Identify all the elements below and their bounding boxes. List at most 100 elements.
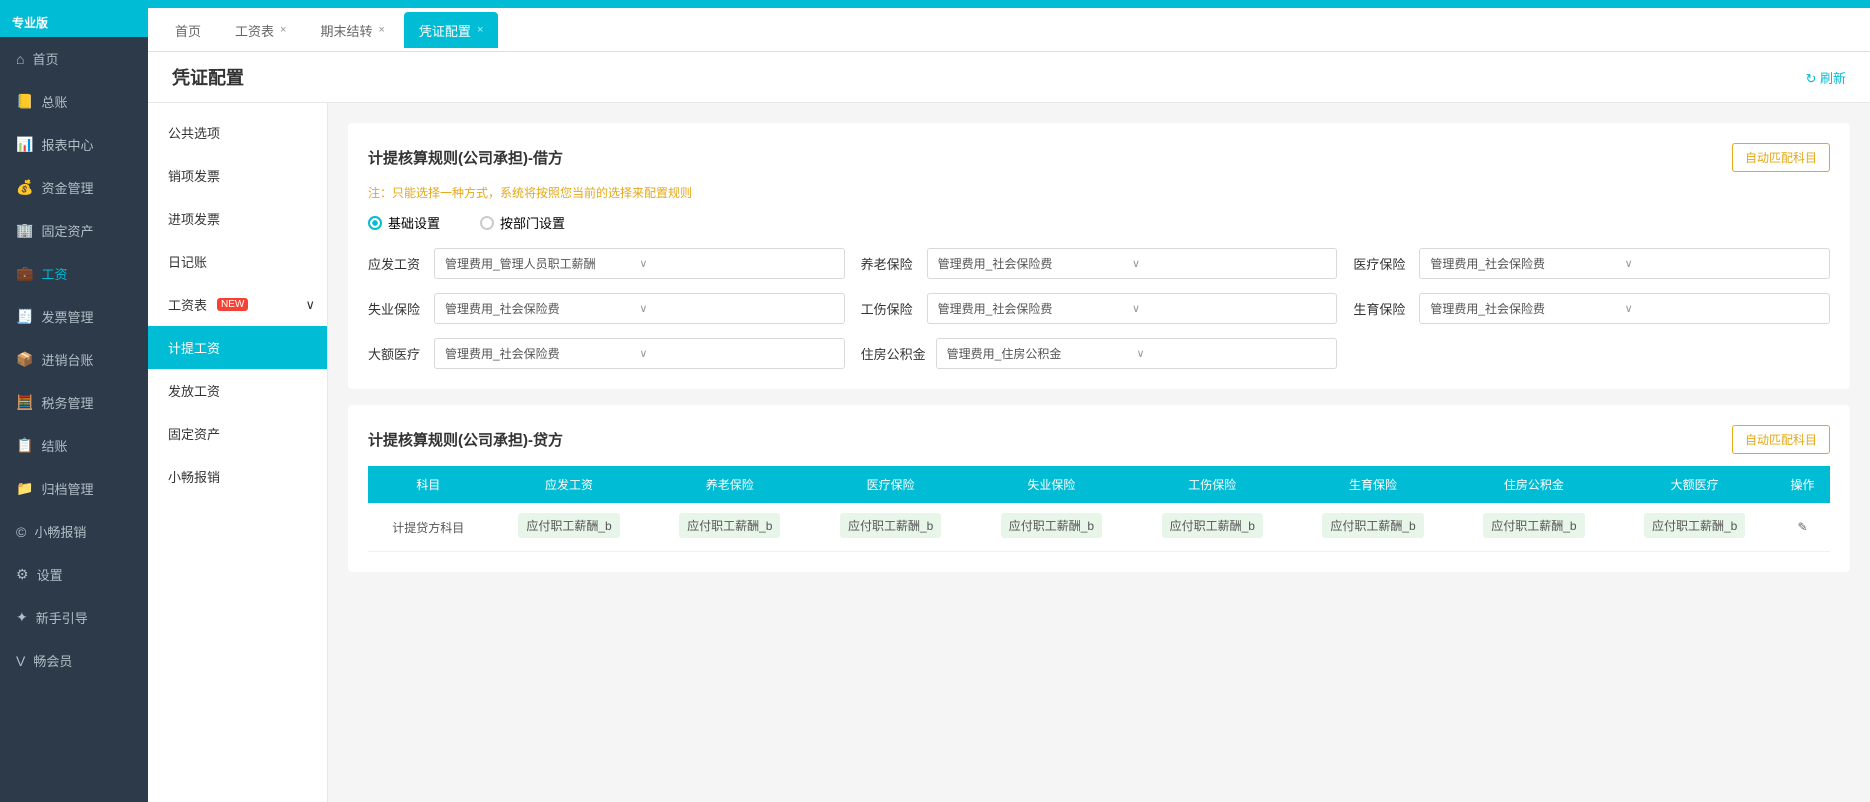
radio-basic[interactable]: 基础设置 bbox=[368, 213, 440, 232]
gongshang-select[interactable]: 管理费用_社会保险费 ∨ bbox=[927, 293, 1338, 324]
sidebar-item-label: 税务管理 bbox=[41, 393, 93, 412]
sidebar-item-archive[interactable]: 📁 归档管理 bbox=[0, 467, 148, 510]
invoice-icon: 🧾 bbox=[16, 308, 33, 325]
sidebar-item-label: 归档管理 bbox=[41, 479, 93, 498]
col-yingfa: 应发工资 bbox=[489, 466, 650, 503]
home-icon: ⌂ bbox=[16, 51, 24, 67]
radio-group: 基础设置 按部门设置 bbox=[368, 213, 1830, 232]
sidebar-item-xiaochang[interactable]: © 小畅报销 bbox=[0, 510, 148, 553]
yanglao-select[interactable]: 管理费用_社会保险费 ∨ bbox=[927, 248, 1338, 279]
col-gongjijin: 住房公积金 bbox=[1453, 466, 1614, 503]
yingfa-select[interactable]: 管理费用_管理人员职工薪酬 ∨ bbox=[434, 248, 845, 279]
left-menu-item-public[interactable]: 公共选项 bbox=[148, 111, 327, 154]
member-icon: V bbox=[16, 653, 25, 669]
cell-yingfa: 应付职工薪酬_b bbox=[489, 503, 650, 552]
tab-close-period[interactable]: × bbox=[378, 24, 384, 36]
sidebar-item-home[interactable]: ⌂ 首页 bbox=[0, 37, 148, 80]
sidebar-item-label: 发票管理 bbox=[41, 307, 93, 326]
left-menu-item-salary-table[interactable]: 工资表 NEW ∨ bbox=[148, 283, 327, 326]
col-action: 操作 bbox=[1775, 466, 1830, 503]
field-gongshang: 工伤保险 管理费用_社会保险费 ∨ bbox=[861, 293, 1338, 324]
yiliao-select[interactable]: 管理费用_社会保险费 ∨ bbox=[1419, 248, 1830, 279]
left-menu-item-fixed-assets[interactable]: 固定资产 bbox=[148, 412, 327, 455]
ledger-icon: 📒 bbox=[16, 93, 33, 110]
sidebar-item-invoice[interactable]: 🧾 发票管理 bbox=[0, 295, 148, 338]
radio-dept-circle bbox=[480, 216, 494, 230]
sidebar-item-tax[interactable]: 🧮 税务管理 bbox=[0, 381, 148, 424]
tab-close-voucher[interactable]: × bbox=[477, 24, 483, 36]
cell-shengyu: 应付职工薪酬_b bbox=[1293, 503, 1454, 552]
col-subject: 科目 bbox=[368, 466, 489, 503]
left-menu-item-xiaochang-expense[interactable]: 小畅报销 bbox=[148, 455, 327, 498]
gongjijin-select[interactable]: 管理费用_住房公积金 ∨ bbox=[936, 338, 1338, 369]
refresh-button[interactable]: ↻ 刷新 bbox=[1805, 68, 1846, 87]
tax-icon: 🧮 bbox=[16, 394, 33, 411]
sidebar-item-label: 总账 bbox=[41, 92, 67, 111]
cell-yanglao: 应付职工薪酬_b bbox=[649, 503, 810, 552]
gongshang-label: 工伤保险 bbox=[861, 299, 917, 318]
sidebar-item-assets[interactable]: 🏢 固定资产 bbox=[0, 209, 148, 252]
archive-icon: 📁 bbox=[16, 480, 33, 497]
credit-table: 科目 应发工资 养老保险 医疗保险 失业保险 工伤保险 生育保险 住房公积金 大… bbox=[368, 466, 1830, 552]
col-yanglao: 养老保险 bbox=[649, 466, 810, 503]
cell-gongjijin: 应付职工薪酬_b bbox=[1453, 503, 1614, 552]
tab-home[interactable]: 首页 bbox=[160, 12, 216, 48]
col-gongshang: 工伤保险 bbox=[1132, 466, 1293, 503]
chevron-down-icon: ∨ bbox=[639, 347, 833, 360]
assets-icon: 🏢 bbox=[16, 222, 33, 239]
left-menu-item-journal[interactable]: 日记账 bbox=[148, 240, 327, 283]
shengyu-select[interactable]: 管理费用_社会保险费 ∨ bbox=[1419, 293, 1830, 324]
tab-voucher-config[interactable]: 凭证配置 × bbox=[404, 12, 498, 48]
col-shengyu: 生育保险 bbox=[1293, 466, 1454, 503]
main-area: 首页 工资表 × 期末结转 × 凭证配置 × 凭证配置 ↻ 刷新 bbox=[148, 8, 1870, 802]
sidebar-item-label: 畅会员 bbox=[33, 651, 72, 670]
debit-section-title: 计提核算规则(公司承担)-借方 bbox=[368, 147, 563, 168]
field-yanglao: 养老保险 管理费用_社会保险费 ∨ bbox=[861, 248, 1338, 279]
tab-period-close[interactable]: 期末结转 × bbox=[305, 12, 399, 48]
sidebar-item-reports[interactable]: 📊 报表中心 bbox=[0, 123, 148, 166]
shiye-select[interactable]: 管理费用_社会保险费 ∨ bbox=[434, 293, 845, 324]
radio-department[interactable]: 按部门设置 bbox=[480, 213, 565, 232]
yingfa-label: 应发工资 bbox=[368, 254, 424, 273]
chevron-down-icon: ∨ bbox=[1137, 347, 1327, 360]
chevron-down-icon: ∨ bbox=[1132, 257, 1326, 270]
sidebar-item-guide[interactable]: ✦ 新手引导 bbox=[0, 596, 148, 639]
credit-section: 计提核算规则(公司承担)-贷方 自动匹配科目 科目 应发工资 养老保险 医疗保险… bbox=[348, 405, 1850, 572]
dayiliao-select[interactable]: 管理费用_社会保险费 ∨ bbox=[434, 338, 845, 369]
sidebar-item-label: 报表中心 bbox=[41, 135, 93, 154]
page-header: 凭证配置 ↻ 刷新 bbox=[148, 52, 1870, 103]
sidebar-item-funds[interactable]: 💰 资金管理 bbox=[0, 166, 148, 209]
sidebar-item-inventory[interactable]: 📦 进销台账 bbox=[0, 338, 148, 381]
left-menu-item-pay-salary[interactable]: 发放工资 bbox=[148, 369, 327, 412]
form-row-2: 失业保险 管理费用_社会保险费 ∨ 工伤保险 管理费用_社会保险费 bbox=[368, 293, 1830, 324]
chevron-down-icon: ∨ bbox=[1625, 302, 1819, 315]
app-logo: 专业版 bbox=[0, 8, 148, 37]
sidebar-item-salary[interactable]: 💼 工资 bbox=[0, 252, 148, 295]
inventory-icon: 📦 bbox=[16, 351, 33, 368]
main-panel: 计提核算规则(公司承担)-借方 自动匹配科目 注：只能选择一种方式，系统将按照您… bbox=[328, 103, 1870, 802]
cell-yiliao: 应付职工薪酬_b bbox=[810, 503, 971, 552]
xiaochang-icon: © bbox=[16, 524, 26, 540]
tab-close-salary[interactable]: × bbox=[280, 24, 286, 36]
cell-action[interactable]: ✎ bbox=[1775, 503, 1830, 552]
left-menu-item-purchase-invoice[interactable]: 进项发票 bbox=[148, 197, 327, 240]
tab-salary-table[interactable]: 工资表 × bbox=[220, 12, 301, 48]
left-menu-item-sales-invoice[interactable]: 销项发票 bbox=[148, 154, 327, 197]
debit-auto-match-button[interactable]: 自动匹配科目 bbox=[1732, 143, 1830, 172]
chevron-down-icon: ∨ bbox=[1132, 302, 1326, 315]
sidebar-item-member[interactable]: V 畅会员 bbox=[0, 639, 148, 682]
col-shiye: 失业保险 bbox=[971, 466, 1132, 503]
field-shengyu: 生育保险 管理费用_社会保险费 ∨ bbox=[1353, 293, 1830, 324]
sidebar-item-label: 小畅报销 bbox=[34, 522, 86, 541]
left-menu-item-accrual-salary[interactable]: 计提工资 bbox=[148, 326, 327, 369]
edit-icon[interactable]: ✎ bbox=[1798, 520, 1808, 534]
sidebar-item-ledger[interactable]: 📒 总账 bbox=[0, 80, 148, 123]
sidebar-item-close[interactable]: 📋 结账 bbox=[0, 424, 148, 467]
sidebar-item-label: 新手引导 bbox=[36, 608, 88, 627]
tab-bar: 首页 工资表 × 期末结转 × 凭证配置 × bbox=[148, 8, 1870, 52]
col-yiliao: 医疗保险 bbox=[810, 466, 971, 503]
chevron-down-icon: ∨ bbox=[305, 297, 315, 313]
credit-auto-match-button[interactable]: 自动匹配科目 bbox=[1732, 425, 1830, 454]
debit-warning: 注：只能选择一种方式，系统将按照您当前的选择来配置规则 bbox=[368, 184, 1830, 201]
sidebar-item-settings[interactable]: ⚙ 设置 bbox=[0, 553, 148, 596]
